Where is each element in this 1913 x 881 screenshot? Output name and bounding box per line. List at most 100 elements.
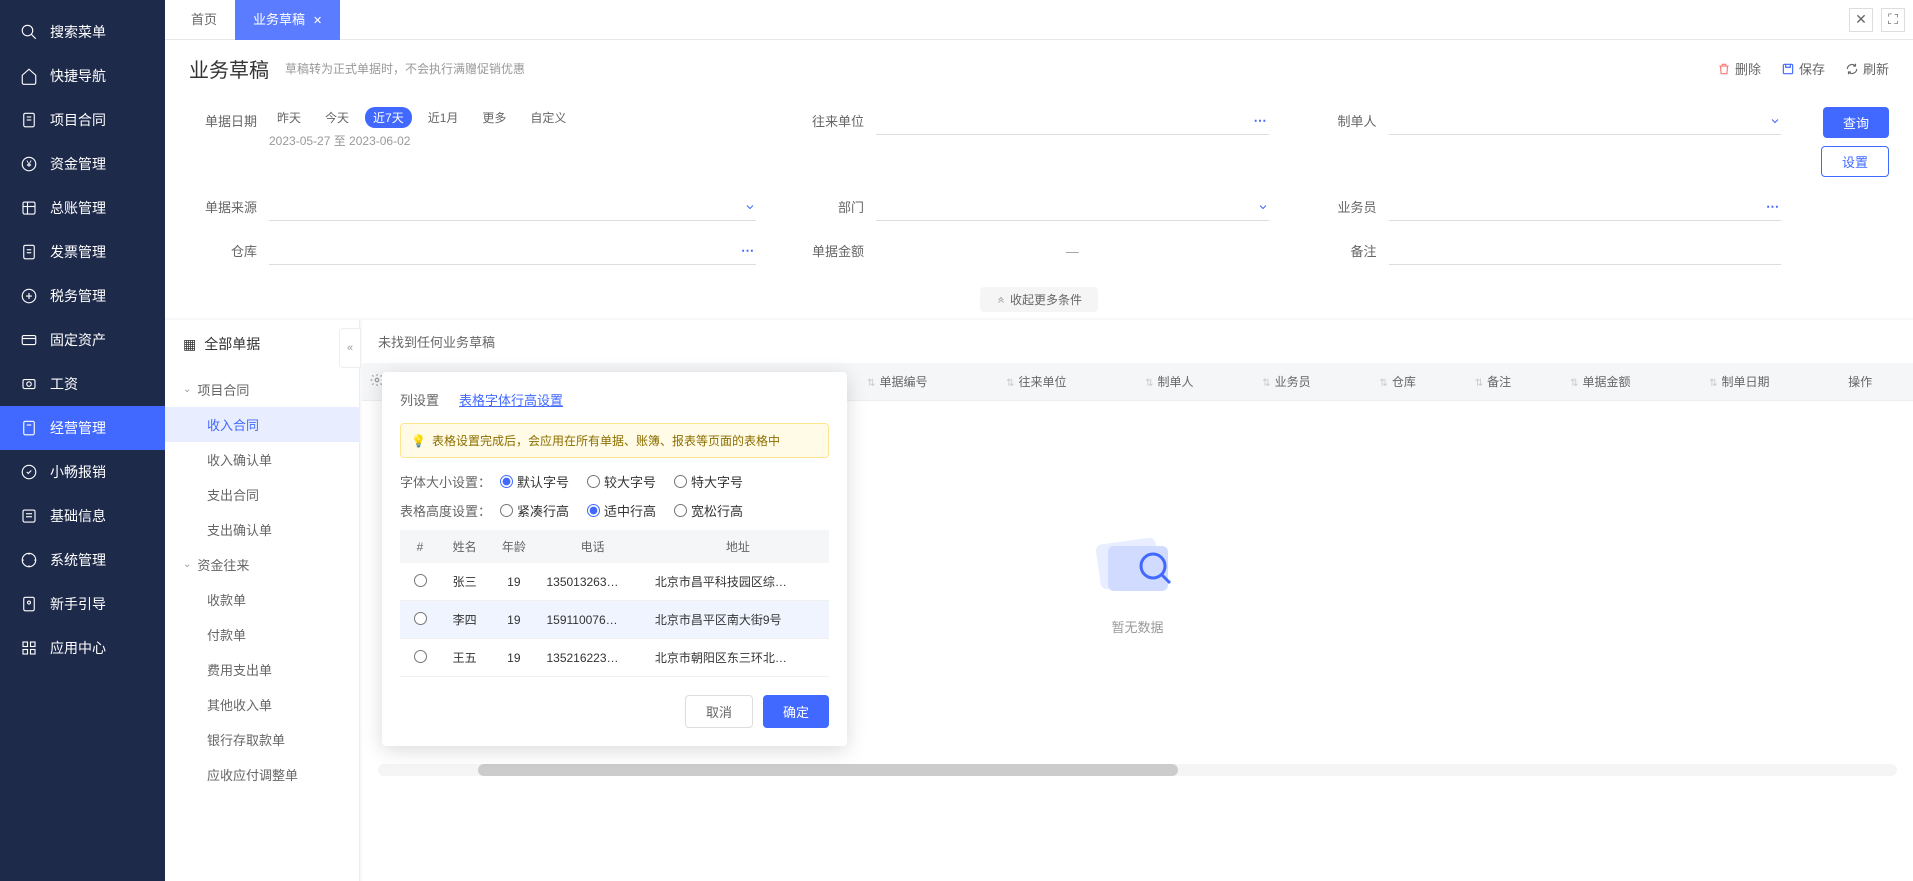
tree-group-0[interactable]: ⌄项目合同 (165, 372, 359, 407)
partner-select[interactable]: ⋯ (876, 107, 1269, 135)
sidebar-item-9[interactable]: 小畅报销 (0, 450, 165, 494)
font-radio[interactable]: 默认字号 (500, 472, 569, 491)
sidebar-item-8[interactable]: 经营管理 (0, 406, 165, 450)
column-header[interactable]: ⇅备注 (1467, 363, 1562, 401)
column-label: 单据金额 (1583, 375, 1631, 389)
column-header[interactable]: ⇅ 单据金额 (1562, 363, 1701, 401)
clerk-select[interactable]: ⋯ (1389, 193, 1782, 221)
search-icon (20, 23, 38, 41)
delete-action[interactable]: 删除 (1717, 59, 1761, 78)
column-header[interactable]: ⇅仓库 (1371, 363, 1466, 401)
sidebar-item-6[interactable]: 固定资产 (0, 318, 165, 362)
source-select[interactable] (269, 193, 756, 221)
sidebar-item-2[interactable]: ¥资金管理 (0, 142, 165, 186)
sidebar-item-label: 总账管理 (50, 198, 106, 218)
sample-header: # (400, 530, 440, 563)
sidebar-item-label: 应用中心 (50, 638, 106, 658)
sort-icon: ⇅ (1570, 378, 1578, 389)
amount-input[interactable]: — (876, 237, 1269, 265)
tab-0[interactable]: 首页 (173, 0, 235, 40)
warehouse-label: 仓库 (189, 237, 269, 260)
rowheight-radio[interactable]: 紧凑行高 (500, 501, 569, 520)
tree-leaf[interactable]: 收入合同 (165, 407, 359, 442)
tree-leaf[interactable]: 银行存取款单 (165, 722, 359, 757)
font-radio[interactable]: 特大字号 (674, 472, 743, 491)
collapse-left-panel[interactable]: « (339, 328, 361, 368)
tree-leaf[interactable]: 收入确认单 (165, 442, 359, 477)
column-header[interactable]: 操作 (1840, 363, 1913, 401)
sample-row-radio[interactable] (414, 650, 427, 663)
tab-1[interactable]: 业务草稿✕ (235, 0, 340, 40)
invoice-icon (20, 243, 38, 261)
date-label: 单据日期 (189, 107, 269, 130)
sidebar-item-7[interactable]: 工资 (0, 362, 165, 406)
close-all-tabs[interactable]: ✕ (1849, 8, 1873, 32)
remark-input[interactable] (1389, 237, 1782, 265)
sample-row: 张三1913501326​3…北京市昌平科技园区综… (400, 563, 829, 601)
salary-icon (20, 375, 38, 393)
search-menu[interactable]: 搜索菜单 (0, 10, 165, 54)
font-radio[interactable]: 较大字号 (587, 472, 656, 491)
tree-group-label: 资金往来 (197, 555, 249, 574)
column-header[interactable]: ⇅单据编号 (859, 363, 998, 401)
right-panel: 未找到任何业务草稿 ⇅单据日期⇅来源应用⇅业务类型⇅单据编号⇅往来单位⇅制单人⇅… (362, 320, 1913, 881)
sample-row-radio[interactable] (414, 612, 427, 625)
refresh-action[interactable]: 刷新 (1845, 59, 1889, 78)
sidebar-item-11[interactable]: 系统管理 (0, 538, 165, 582)
horizontal-scrollbar[interactable] (378, 764, 1897, 776)
tree-leaf[interactable]: 支出合同 (165, 477, 359, 512)
sidebar-item-0[interactable]: 快捷导航 (0, 54, 165, 98)
date-option[interactable]: 自定义 (522, 107, 574, 128)
collapse-filters[interactable]: 收起更多条件 (980, 287, 1098, 312)
sample-row-radio[interactable] (414, 574, 427, 587)
sidebar-item-12[interactable]: 新手引导 (0, 582, 165, 626)
sidebar-item-5[interactable]: 税务管理 (0, 274, 165, 318)
date-option[interactable]: 更多 (474, 107, 514, 128)
column-header[interactable]: ⇅往来单位 (998, 363, 1137, 401)
column-header[interactable]: ⇅业务员 (1254, 363, 1371, 401)
sidebar-item-10[interactable]: 基础信息 (0, 494, 165, 538)
sort-icon: ⇅ (867, 378, 875, 389)
tax-icon (20, 287, 38, 305)
font-size-label: 字体大小设置： (400, 472, 500, 491)
warehouse-select[interactable]: ⋯ (269, 237, 756, 265)
tree-leaf[interactable]: 费用支出单 (165, 652, 359, 687)
query-button[interactable]: 查询 (1823, 107, 1889, 138)
sort-icon: ⇅ (1006, 378, 1014, 389)
more-icon: ⋯ (1766, 199, 1781, 215)
column-label: 制单人 (1157, 375, 1193, 389)
tree-leaf[interactable]: 其他收入单 (165, 687, 359, 722)
clerk-label: 业务员 (1309, 193, 1389, 216)
tree-leaf[interactable]: 收款单 (165, 582, 359, 617)
tree-group-1[interactable]: ⌄资金往来 (165, 547, 359, 582)
sidebar-item-1[interactable]: 项目合同 (0, 98, 165, 142)
maker-select[interactable] (1389, 107, 1782, 135)
settings-button[interactable]: 设置 (1821, 146, 1889, 177)
fullscreen-toggle[interactable]: ⛶ (1881, 8, 1905, 32)
confirm-button[interactable]: 确定 (763, 695, 829, 728)
sidebar-item-3[interactable]: 总账管理 (0, 186, 165, 230)
column-header[interactable]: ⇅制单人 (1137, 363, 1254, 401)
page-title: 业务草稿 (189, 54, 269, 83)
popup-tab-columns[interactable]: 列设置 (400, 390, 439, 409)
date-option[interactable]: 昨天 (269, 107, 309, 128)
date-option[interactable]: 今天 (317, 107, 357, 128)
sidebar-item-13[interactable]: 应用中心 (0, 626, 165, 670)
date-option[interactable]: 近7天 (365, 107, 412, 128)
tree-leaf[interactable]: 支出确认单 (165, 512, 359, 547)
left-panel: ▦ 全部单据 « ⌄项目合同收入合同收入确认单支出合同支出确认单⌄资金往来收款单… (165, 320, 360, 881)
popup-tab-font[interactable]: 表格字体行高设置 (459, 390, 563, 409)
sidebar-item-4[interactable]: 发票管理 (0, 230, 165, 274)
date-option[interactable]: 近1月 (420, 107, 467, 128)
close-icon[interactable]: ✕ (313, 15, 322, 27)
partner-label: 往来单位 (796, 107, 876, 130)
tree-leaf[interactable]: 应收应付调整单 (165, 757, 359, 792)
cancel-button[interactable]: 取消 (685, 695, 753, 728)
dept-select[interactable] (876, 193, 1269, 221)
tree-leaf[interactable]: 付款单 (165, 617, 359, 652)
rowheight-radio[interactable]: 宽松行高 (674, 501, 743, 520)
save-action[interactable]: 保存 (1781, 59, 1825, 78)
sample-header: 电话 (538, 530, 646, 563)
column-header[interactable]: ⇅制单日期 (1701, 363, 1840, 401)
rowheight-radio[interactable]: 适中行高 (587, 501, 656, 520)
